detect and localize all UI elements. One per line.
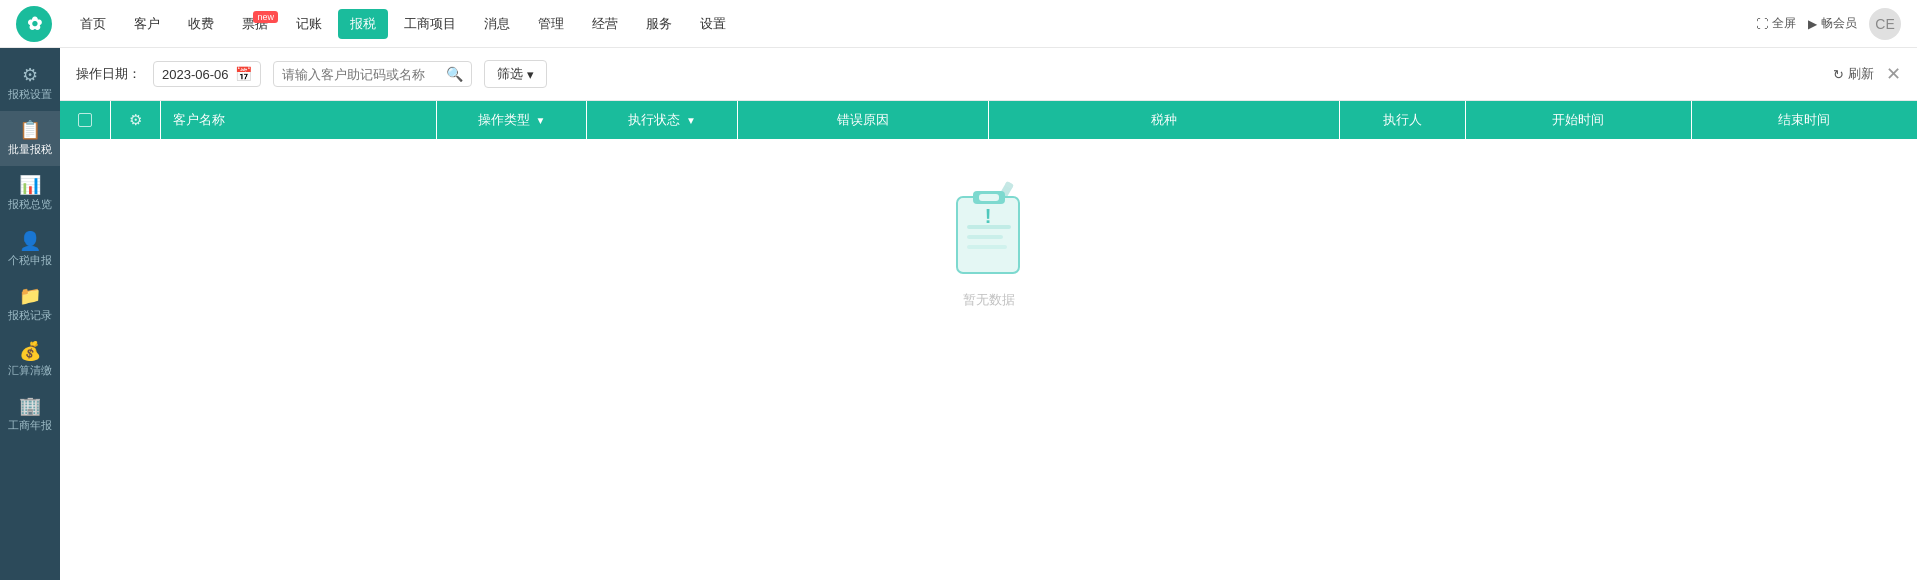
- sidebar-item-tax-settings[interactable]: ⚙ 报税设置: [0, 56, 60, 111]
- fullscreen-icon: ⛶: [1756, 17, 1768, 31]
- nav-item-management[interactable]: 管理: [526, 9, 576, 39]
- fullscreen-label: 全屏: [1772, 15, 1796, 32]
- refresh-icon: ↻: [1833, 67, 1844, 82]
- nav-item-message[interactable]: 消息: [472, 9, 522, 39]
- search-icon[interactable]: 🔍: [446, 66, 463, 82]
- main-table: ⚙ 客户名称 操作类型 ▼ 执行状态 ▼ 错误原因 税种 执行人 开始时间 结束…: [60, 101, 1917, 139]
- sidebar-label-batch-tax: 批量报税: [8, 143, 52, 156]
- sidebar-item-tax-records[interactable]: 📁 报税记录: [0, 277, 60, 332]
- header-row: ⚙ 客户名称 操作类型 ▼ 执行状态 ▼ 错误原因 税种 执行人 开始时间 结束…: [60, 101, 1917, 139]
- sidebar-item-personal-tax[interactable]: 👤 个税申报: [0, 222, 60, 277]
- close-button[interactable]: ✕: [1886, 65, 1901, 83]
- nav-item-operations[interactable]: 经营: [580, 9, 630, 39]
- play-icon: ▶: [1808, 17, 1817, 31]
- th-exec-status: 执行状态 ▼: [587, 101, 738, 139]
- sidebar-icon-personal-tax: 👤: [19, 232, 41, 250]
- th-error-reason: 错误原因: [738, 101, 989, 139]
- sidebar-icon-tax-settings: ⚙: [22, 66, 38, 84]
- filter-label: 筛选: [497, 65, 523, 83]
- content-area: 操作日期： 2023-06-06 📅 🔍 筛选 ▾ ↻ 刷新 ✕: [60, 48, 1917, 580]
- nav-item-billing[interactable]: 收费: [176, 9, 226, 39]
- chevron-down-icon: ▾: [527, 67, 534, 82]
- member-btn[interactable]: ▶ 畅会员: [1808, 15, 1857, 32]
- nav-item-customer[interactable]: 客户: [122, 9, 172, 39]
- sidebar-label-tax-summary: 报税总览: [8, 198, 52, 211]
- th-checkbox: [60, 101, 110, 139]
- op-type-sort-icon[interactable]: ▼: [536, 115, 546, 126]
- search-input[interactable]: [282, 67, 442, 82]
- member-label: 畅会员: [1821, 15, 1857, 32]
- sidebar-item-batch-tax[interactable]: 📋 批量报税: [0, 111, 60, 166]
- main-layout: ⚙ 报税设置 📋 批量报税 📊 报税总览 👤 个税申报 📁 报税记录 💰 汇算清缴 🏢 工商年报 操作日期…: [0, 48, 1917, 580]
- top-nav: ✿ 首页客户收费票据new记账报税工商项目消息管理经营服务设置 ⛶ 全屏 ▶ 畅…: [0, 0, 1917, 48]
- svg-rect-8: [967, 245, 1007, 249]
- select-all-checkbox[interactable]: [78, 113, 92, 127]
- fullscreen-btn[interactable]: ⛶ 全屏: [1756, 15, 1796, 32]
- svg-rect-7: [967, 235, 1003, 239]
- sidebar-label-settlement: 汇算清缴: [8, 364, 52, 377]
- th-settings: ⚙: [110, 101, 160, 139]
- sidebar-label-annual-report: 工商年报: [8, 419, 52, 432]
- date-label: 操作日期：: [76, 65, 141, 83]
- avatar[interactable]: CE: [1869, 8, 1901, 40]
- sidebar-icon-settlement: 💰: [19, 342, 41, 360]
- sidebar-label-tax-records: 报税记录: [8, 309, 52, 322]
- nav-badge-invoice: new: [253, 11, 278, 24]
- top-right-area: ⛶ 全屏 ▶ 畅会员 CE: [1756, 8, 1901, 40]
- calendar-icon: 📅: [235, 66, 252, 82]
- sidebar: ⚙ 报税设置 📋 批量报税 📊 报税总览 👤 个税申报 📁 报税记录 💰 汇算清缴 🏢 工商年报: [0, 48, 60, 580]
- nav-item-home[interactable]: 首页: [68, 9, 118, 39]
- nav-items: 首页客户收费票据new记账报税工商项目消息管理经营服务设置: [68, 9, 1756, 39]
- exec-status-sort-icon[interactable]: ▼: [686, 115, 696, 126]
- empty-icon-container: !: [939, 179, 1039, 279]
- avatar-text: CE: [1875, 16, 1894, 32]
- sidebar-icon-tax-summary: 📊: [19, 176, 41, 194]
- toolbar: 操作日期： 2023-06-06 📅 🔍 筛选 ▾ ↻ 刷新 ✕: [60, 48, 1917, 101]
- table-header: ⚙ 客户名称 操作类型 ▼ 执行状态 ▼ 错误原因 税种 执行人 开始时间 结束…: [60, 101, 1917, 139]
- column-settings-icon[interactable]: ⚙: [129, 111, 142, 128]
- th-executor: 执行人: [1340, 101, 1465, 139]
- nav-item-tax[interactable]: 报税: [338, 9, 388, 39]
- sidebar-icon-tax-records: 📁: [19, 287, 41, 305]
- empty-state: ! 暂无数据: [60, 139, 1917, 369]
- refresh-button[interactable]: ↻ 刷新: [1833, 65, 1874, 83]
- sidebar-item-settlement[interactable]: 💰 汇算清缴: [0, 332, 60, 387]
- app-logo: ✿: [16, 6, 52, 42]
- sidebar-icon-batch-tax: 📋: [19, 121, 41, 139]
- date-value: 2023-06-06: [162, 67, 229, 82]
- empty-text: 暂无数据: [963, 291, 1015, 309]
- search-box: 🔍: [273, 61, 472, 87]
- nav-item-settings[interactable]: 设置: [688, 9, 738, 39]
- toolbar-right: ↻ 刷新 ✕: [1833, 65, 1901, 83]
- sidebar-item-tax-summary[interactable]: 📊 报税总览: [0, 166, 60, 221]
- date-input[interactable]: 2023-06-06 📅: [153, 61, 261, 87]
- sidebar-label-tax-settings: 报税设置: [8, 88, 52, 101]
- nav-item-invoice[interactable]: 票据new: [230, 9, 280, 39]
- th-start-time: 开始时间: [1465, 101, 1691, 139]
- th-client-name: 客户名称: [160, 101, 436, 139]
- refresh-label: 刷新: [1848, 65, 1874, 83]
- svg-text:!: !: [984, 205, 991, 227]
- filter-button[interactable]: 筛选 ▾: [484, 60, 547, 88]
- sidebar-icon-annual-report: 🏢: [19, 397, 41, 415]
- svg-rect-5: [979, 194, 999, 201]
- empty-illustration: !: [939, 179, 1039, 289]
- nav-item-accounting[interactable]: 记账: [284, 9, 334, 39]
- sidebar-label-personal-tax: 个税申报: [8, 254, 52, 267]
- sidebar-item-annual-report[interactable]: 🏢 工商年报: [0, 387, 60, 442]
- th-op-type: 操作类型 ▼: [436, 101, 587, 139]
- table-wrapper: ⚙ 客户名称 操作类型 ▼ 执行状态 ▼ 错误原因 税种 执行人 开始时间 结束…: [60, 101, 1917, 580]
- th-end-time: 结束时间: [1691, 101, 1917, 139]
- th-tax-type: 税种: [988, 101, 1339, 139]
- nav-item-service[interactable]: 服务: [634, 9, 684, 39]
- nav-item-business[interactable]: 工商项目: [392, 9, 468, 39]
